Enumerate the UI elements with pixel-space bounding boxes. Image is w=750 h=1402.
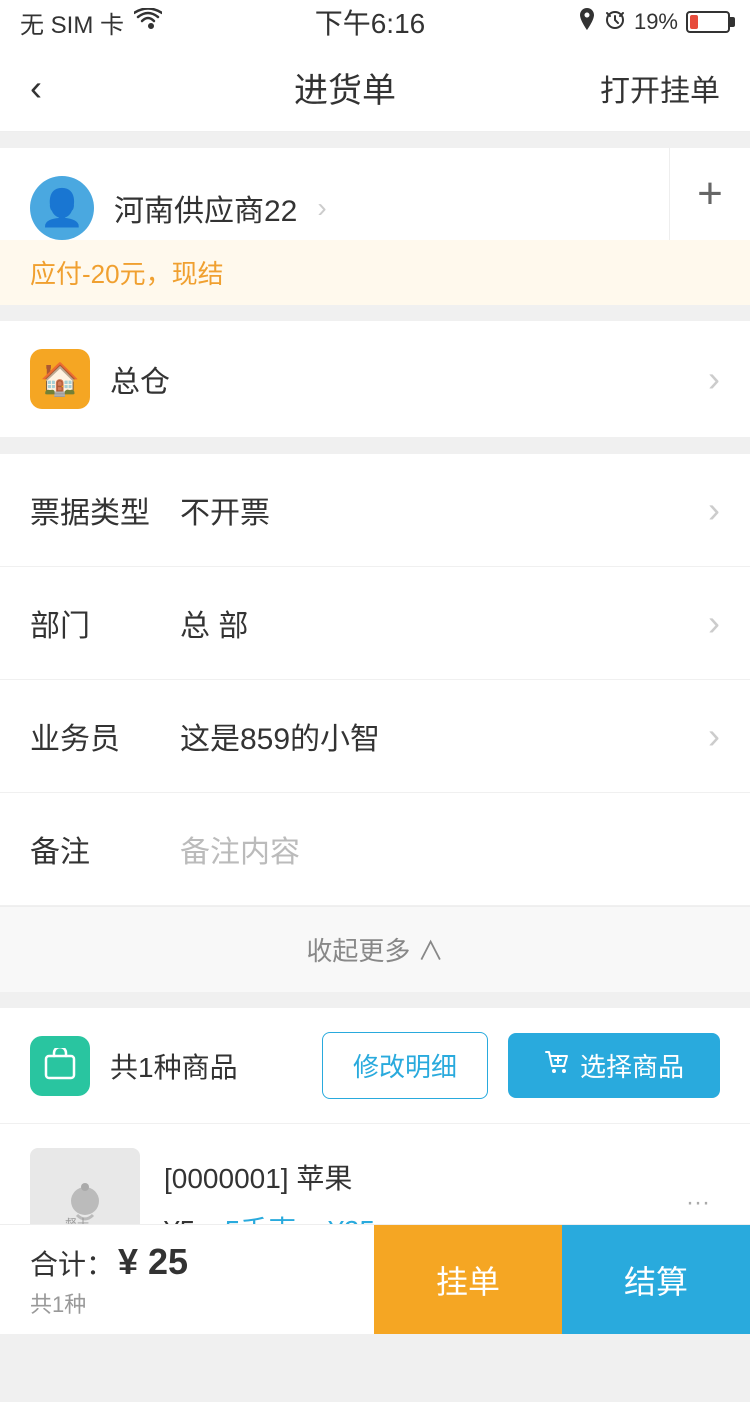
checkout-button[interactable]: 结算 — [562, 1225, 750, 1334]
warehouse-icon: 🏠 — [30, 349, 90, 409]
remark-input[interactable]: 备注内容 — [180, 827, 720, 871]
salesperson-value: 这是859的小智 — [180, 714, 708, 758]
battery-percent: 19% — [634, 9, 678, 35]
location-icon — [578, 8, 596, 36]
department-value: 总 部 — [180, 601, 708, 645]
supplier-section: 👤 河南供应商22 › + 应付-20元，现结 — [0, 148, 750, 305]
department-chevron-icon — [708, 602, 720, 644]
supplier-name: 河南供应商22 — [114, 186, 297, 230]
ticket-type-value: 不开票 — [180, 488, 708, 532]
total-section: 合计： ¥ 25 共1种 — [0, 1225, 374, 1334]
section-gap-1 — [0, 132, 750, 148]
avatar: 👤 — [30, 176, 94, 240]
ticket-type-row[interactable]: 票据类型 不开票 — [0, 454, 750, 567]
supplier-selector[interactable]: 👤 河南供应商22 › — [0, 148, 670, 240]
back-button[interactable]: ‹ — [30, 67, 90, 109]
total-count: 共1种 — [30, 1287, 344, 1319]
wifi-icon — [134, 8, 162, 37]
product-name: [0000001] 苹果 — [164, 1157, 652, 1197]
form-section: 票据类型 不开票 部门 总 部 业务员 这是859的小智 备注 备注内容 — [0, 454, 750, 906]
ticket-type-label: 票据类型 — [30, 488, 180, 532]
status-right: 19% — [578, 8, 730, 36]
salesperson-chevron-icon — [708, 715, 720, 757]
alarm-icon — [604, 8, 626, 36]
remark-row[interactable]: 备注 备注内容 — [0, 793, 750, 906]
warehouse-row[interactable]: 🏠 总仓 — [0, 321, 750, 438]
supplier-hint: 应付-20元，现结 — [0, 240, 750, 305]
bottom-bar: 合计： ¥ 25 共1种 挂单 结算 — [0, 1224, 750, 1334]
supplier-chevron-icon: › — [297, 192, 346, 224]
select-product-label: 选择商品 — [580, 1047, 684, 1084]
products-icon — [30, 1036, 90, 1096]
department-row[interactable]: 部门 总 部 — [0, 567, 750, 680]
nav-bar: ‹ 进货单 打开挂单 — [0, 44, 750, 132]
select-product-button[interactable]: 选择商品 — [508, 1033, 720, 1098]
total-amount: ¥ 25 — [118, 1241, 188, 1283]
cart-icon — [544, 1050, 572, 1081]
status-time: 下午6:16 — [315, 2, 426, 42]
add-supplier-button[interactable]: + — [670, 148, 750, 240]
section-gap-3 — [0, 438, 750, 454]
warehouse-chevron-icon — [708, 358, 720, 400]
open-hang-button[interactable]: 打开挂单 — [600, 66, 720, 110]
product-title: 苹果 — [296, 1163, 352, 1194]
page-title: 进货单 — [294, 63, 396, 112]
collapse-button[interactable]: 收起更多 ∧ — [0, 906, 750, 992]
salesperson-label: 业务员 — [30, 714, 180, 758]
section-gap-2 — [0, 305, 750, 321]
edit-detail-button[interactable]: 修改明细 — [322, 1032, 488, 1099]
product-count-text: 共1种商品 — [110, 1046, 302, 1086]
product-code: [0000001] — [164, 1163, 296, 1194]
products-header: 共1种商品 修改明细 选择商品 — [0, 1008, 750, 1123]
hang-button[interactable]: 挂单 — [374, 1225, 562, 1334]
person-icon: 👤 — [40, 187, 85, 229]
ticket-type-chevron-icon — [708, 489, 720, 531]
department-label: 部门 — [30, 601, 180, 645]
total-label: 合计： — [30, 1243, 114, 1283]
warehouse-name: 总仓 — [110, 357, 708, 401]
salesperson-row[interactable]: 业务员 这是859的小智 — [0, 680, 750, 793]
status-left: 无 SIM 卡 — [20, 5, 162, 40]
remark-label: 备注 — [30, 827, 180, 871]
product-more-button[interactable]: ··· — [676, 1179, 720, 1227]
carrier-label: 无 SIM 卡 — [20, 5, 124, 40]
battery-icon — [686, 11, 730, 33]
status-bar: 无 SIM 卡 下午6:16 19% — [0, 0, 750, 44]
